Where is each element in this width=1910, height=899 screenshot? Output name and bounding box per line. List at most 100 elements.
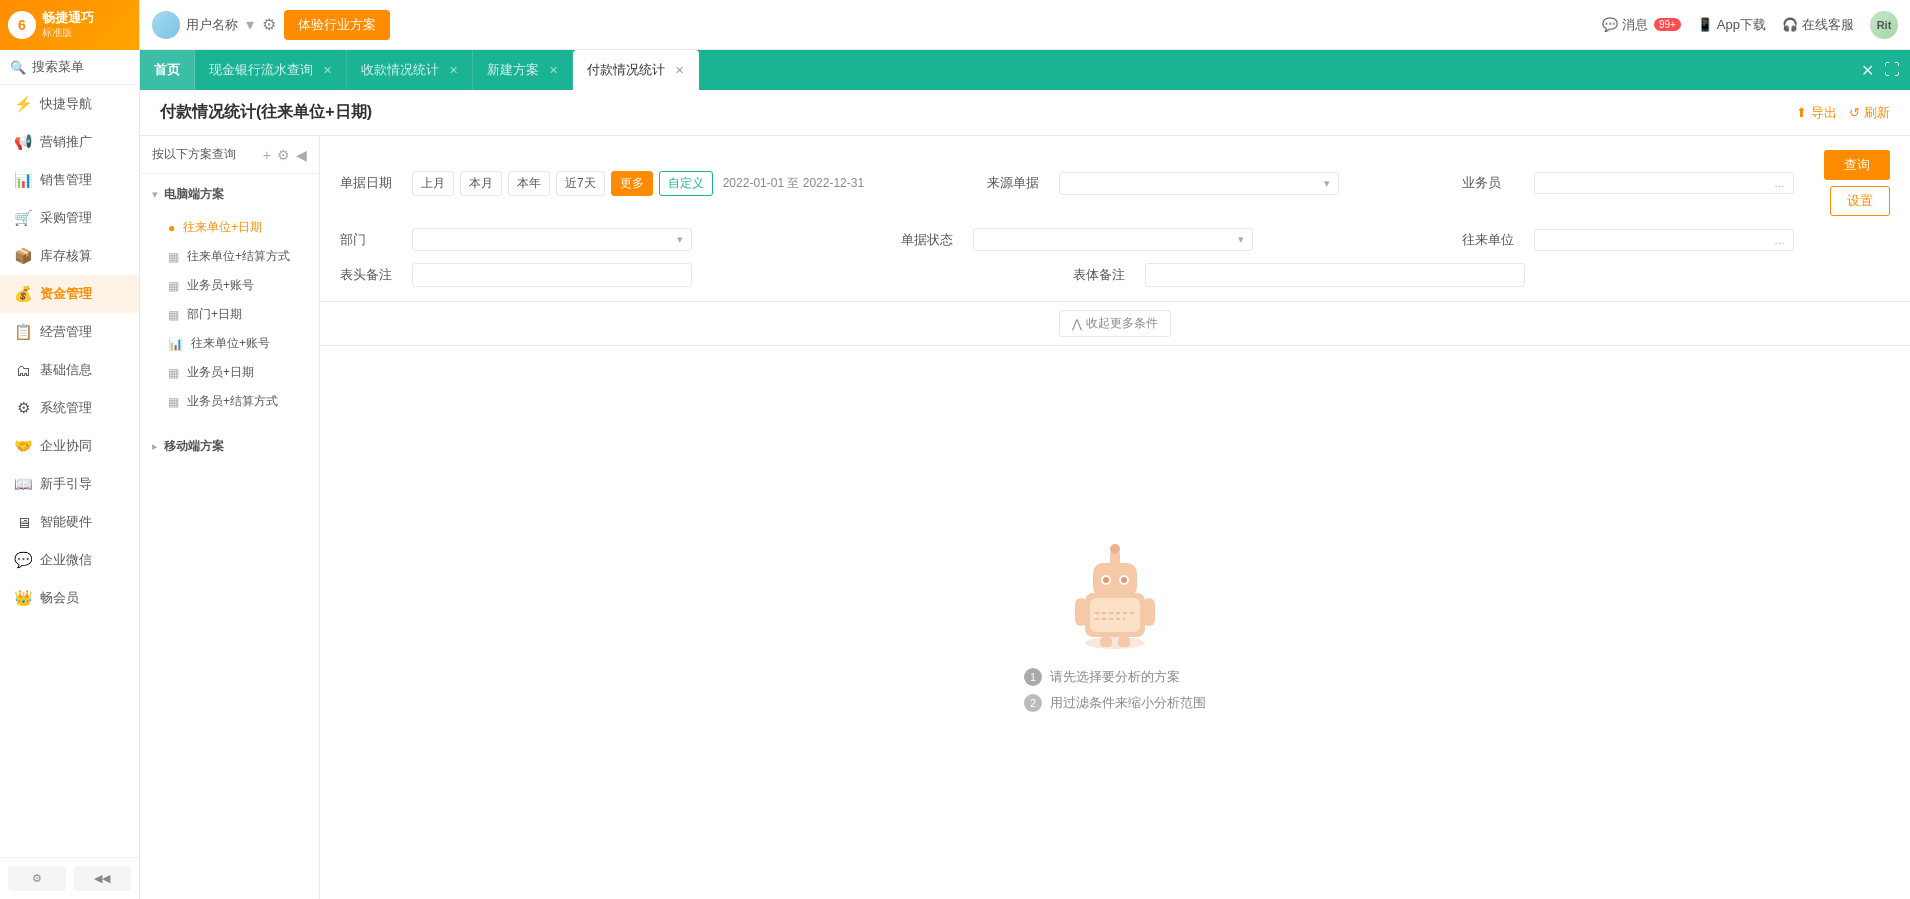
scheme-collapse-icon[interactable]: ◀ xyxy=(296,147,307,163)
voucher-status-label: 单据状态 xyxy=(901,231,957,249)
scheme-add-icon[interactable]: + xyxy=(263,147,271,163)
svg-rect-4 xyxy=(1143,598,1155,626)
chevron-down-icon[interactable]: ▾ xyxy=(246,15,254,34)
date-last-7days[interactable]: 近7天 xyxy=(556,171,605,196)
guide-icon: 📖 xyxy=(14,475,32,493)
tab-income-label: 收款情况统计 xyxy=(361,61,439,79)
topbar-settings-icon[interactable]: ⚙ xyxy=(262,15,276,34)
body-note-input[interactable] xyxy=(1145,263,1525,287)
tip-num-1: 1 xyxy=(1024,668,1042,686)
partner-select[interactable]: … xyxy=(1534,229,1794,251)
guide-label: 新手引导 xyxy=(40,475,92,493)
edition-label: 标准版 xyxy=(42,26,94,40)
system-icon: ⚙ xyxy=(14,399,32,417)
date-this-month[interactable]: 本月 xyxy=(460,171,502,196)
mobile-group-header[interactable]: ▸ 移动端方案 xyxy=(140,432,319,461)
notification-action[interactable]: 💬 消息 99+ xyxy=(1602,16,1681,34)
tab-new-scheme[interactable]: 新建方案 ✕ xyxy=(473,50,573,90)
tab-payment[interactable]: 付款情况统计 ✕ xyxy=(573,50,699,90)
desktop-chevron-icon: ▾ xyxy=(152,188,158,201)
tab-close-all-icon[interactable]: ✕ xyxy=(1861,61,1874,80)
tab-bank[interactable]: 现金银行流水查询 ✕ xyxy=(195,50,347,90)
scheme-item-label-5: 业务员+日期 xyxy=(187,364,254,381)
desktop-group-header[interactable]: ▾ 电脑端方案 xyxy=(140,180,319,209)
sidebar-item-enterprise[interactable]: 🤝 企业协同 xyxy=(0,427,139,465)
refresh-action[interactable]: ↺ 刷新 xyxy=(1849,104,1890,122)
svg-point-14 xyxy=(1110,544,1120,554)
tab-bar: 首页 现金银行流水查询 ✕ 收款情况统计 ✕ 新建方案 ✕ 付款情况统计 ✕ ✕… xyxy=(140,50,1910,90)
scheme-item-partner-account[interactable]: 📊 往来单位+账号 xyxy=(140,329,319,358)
sidebar-item-sales[interactable]: 📊 销售管理 xyxy=(0,161,139,199)
sidebar-item-guide[interactable]: 📖 新手引导 xyxy=(0,465,139,503)
scheme-item-icon-2: ▦ xyxy=(168,279,179,293)
enterprise-label: 企业协同 xyxy=(40,437,92,455)
sidebar-item-hardware[interactable]: 🖥 智能硬件 xyxy=(0,503,139,541)
sidebar-settings-btn[interactable]: ⚙ xyxy=(8,866,66,891)
tab-income[interactable]: 收款情况统计 ✕ xyxy=(347,50,473,90)
scheme-item-staff-settle[interactable]: ▦ 业务员+结算方式 xyxy=(140,387,319,416)
tab-home[interactable]: 首页 xyxy=(140,50,195,90)
header-note-input[interactable] xyxy=(412,263,692,287)
sidebar-collapse-btn[interactable]: ◀◀ xyxy=(74,866,132,891)
tab-bank-close[interactable]: ✕ xyxy=(323,64,332,77)
refresh-label: 刷新 xyxy=(1864,104,1890,122)
sidebar-item-operations[interactable]: 📋 经营管理 xyxy=(0,313,139,351)
scheme-item-staff-date[interactable]: ▦ 业务员+日期 xyxy=(140,358,319,387)
date-this-year[interactable]: 本年 xyxy=(508,171,550,196)
sidebar-item-finance[interactable]: 💰 资金管理 xyxy=(0,275,139,313)
logo-text-block: 畅捷通巧 标准版 xyxy=(42,10,94,40)
scheme-item-dept-date[interactable]: ▦ 部门+日期 xyxy=(140,300,319,329)
sidebar: 6 畅捷通巧 标准版 🔍 搜索菜单 ⚡ 快捷导航 📢 营销推广 📊 销售管理 xyxy=(0,0,140,899)
tab-income-close[interactable]: ✕ xyxy=(449,64,458,77)
sidebar-item-basic-info[interactable]: 🗂 基础信息 xyxy=(0,351,139,389)
empty-tips: 1 请先选择要分析的方案 2 用过滤条件来缩小分析范围 xyxy=(1024,668,1206,712)
topbar-avatar[interactable]: Rit xyxy=(1870,11,1898,39)
sidebar-item-wechat[interactable]: 💬 企业微信 xyxy=(0,541,139,579)
header-note-label: 表头备注 xyxy=(340,266,396,284)
enterprise-icon: 🤝 xyxy=(14,437,32,455)
staff-select[interactable]: … xyxy=(1534,172,1794,194)
purchase-label: 采购管理 xyxy=(40,209,92,227)
app-download-action[interactable]: 📱 App下载 xyxy=(1697,16,1766,34)
collapse-btn[interactable]: ⋀ 收起更多条件 xyxy=(1059,310,1171,337)
basic-info-label: 基础信息 xyxy=(40,361,92,379)
sidebar-item-system[interactable]: ⚙ 系统管理 xyxy=(0,389,139,427)
user-avatar xyxy=(152,11,180,39)
service-action[interactable]: 🎧 在线客服 xyxy=(1782,16,1854,34)
date-options: 上月 本月 本年 近7天 更多 自定义 2022-01-01 至 2022-12… xyxy=(412,171,864,196)
voucher-status-select[interactable]: ▾ xyxy=(973,228,1253,251)
dept-select[interactable]: ▾ xyxy=(412,228,692,251)
desktop-scheme-group: ▾ 电脑端方案 ● 往来单位+日期 ▦ 往来单位+结算方式 xyxy=(140,174,319,426)
tip-num-2: 2 xyxy=(1024,694,1042,712)
scheme-settings-icon[interactable]: ⚙ xyxy=(277,147,290,163)
operations-label: 经营管理 xyxy=(40,323,92,341)
sidebar-item-member[interactable]: 👑 畅会员 xyxy=(0,579,139,617)
marketing-icon: 📢 xyxy=(14,133,32,151)
sidebar-item-purchase[interactable]: 🛒 采购管理 xyxy=(0,199,139,237)
trial-btn[interactable]: 体验行业方案 xyxy=(284,10,390,40)
operations-icon: 📋 xyxy=(14,323,32,341)
svg-rect-5 xyxy=(1100,637,1112,647)
query-btn[interactable]: 查询 xyxy=(1824,150,1890,180)
sidebar-item-inventory[interactable]: 📦 库存核算 xyxy=(0,237,139,275)
tab-new-scheme-close[interactable]: ✕ xyxy=(549,64,558,77)
tab-payment-close[interactable]: ✕ xyxy=(675,64,684,77)
scheme-item-staff-account[interactable]: ▦ 业务员+账号 xyxy=(140,271,319,300)
source-select[interactable]: ▾ xyxy=(1059,172,1339,195)
search-menu[interactable]: 🔍 搜索菜单 xyxy=(0,50,139,85)
hardware-label: 智能硬件 xyxy=(40,513,92,531)
scheme-item-partner-settle[interactable]: ▦ 往来单位+结算方式 xyxy=(140,242,319,271)
export-action[interactable]: ⬆ 导出 xyxy=(1796,104,1837,122)
settings-btn[interactable]: 设置 xyxy=(1830,186,1890,216)
collapse-icon: ⋀ xyxy=(1072,317,1082,331)
tab-expand-icon[interactable]: ⛶ xyxy=(1884,61,1900,79)
date-more[interactable]: 更多 xyxy=(611,171,653,196)
date-custom[interactable]: 自定义 xyxy=(659,171,713,196)
date-last-month[interactable]: 上月 xyxy=(412,171,454,196)
scheme-item-partner-date[interactable]: ● 往来单位+日期 xyxy=(140,213,319,242)
sidebar-item-quick-nav[interactable]: ⚡ 快捷导航 xyxy=(0,85,139,123)
filter-actions: 查询 设置 xyxy=(1810,150,1890,216)
sidebar-item-marketing[interactable]: 📢 营销推广 xyxy=(0,123,139,161)
user-info: 用户名称 xyxy=(152,11,238,39)
topbar-user-text: Rit xyxy=(1877,19,1892,31)
